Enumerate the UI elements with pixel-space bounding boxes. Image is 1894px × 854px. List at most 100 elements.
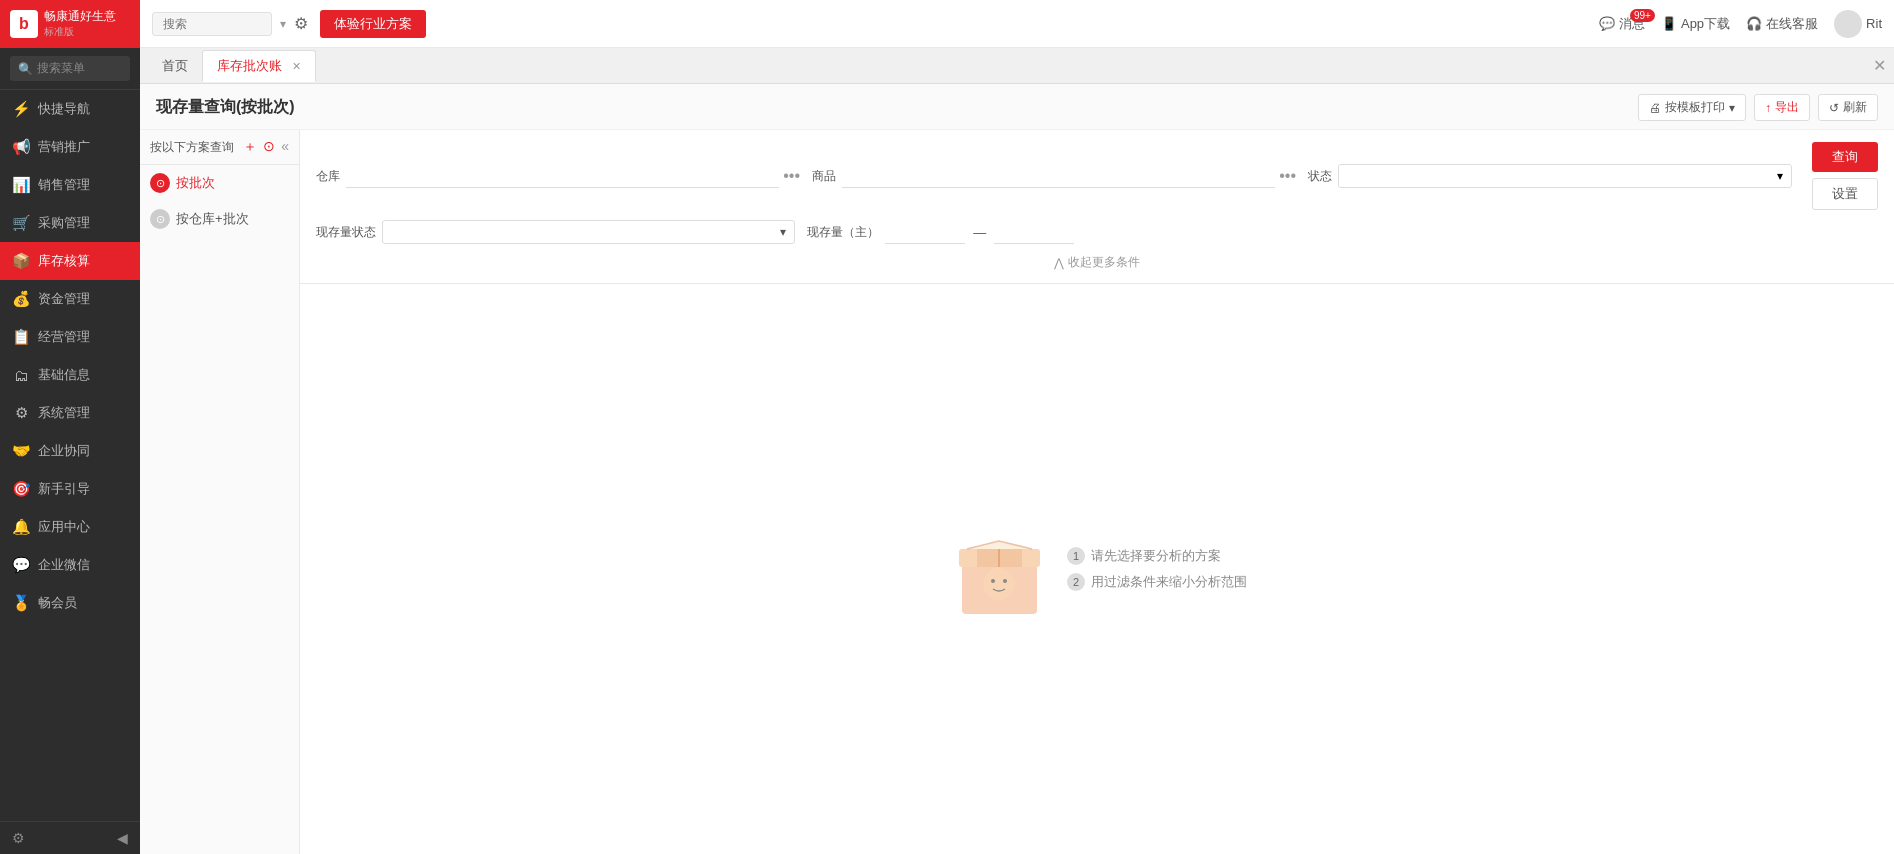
online-service-btn[interactable]: 🎧 在线客服: [1746, 15, 1818, 33]
wechat-icon: 💬: [12, 556, 30, 574]
refresh-btn[interactable]: ↺ 刷新: [1818, 94, 1878, 121]
warehouse-input[interactable]: [346, 165, 779, 188]
stock-qty-min-input[interactable]: [885, 221, 965, 244]
sidebar-header: b 畅康通好生意 标准版: [0, 0, 140, 48]
sidebar-settings-btn[interactable]: ⚙: [12, 830, 25, 846]
main-area: ▾ ⚙ 体验行业方案 💬 消息 99+ 📱 App下载 🎧 在线客服 Rit: [140, 0, 1894, 854]
sidebar-item-member[interactable]: 🏅 畅会员: [0, 584, 140, 622]
status-chevron-icon: ▾: [1777, 169, 1783, 183]
headset-icon: 🎧: [1746, 16, 1762, 31]
export-icon: ↑: [1765, 101, 1771, 115]
business-icon: 📋: [12, 328, 30, 346]
app-name: 畅康通好生意: [44, 9, 116, 25]
refresh-label: 刷新: [1843, 99, 1867, 116]
brand-info: 畅康通好生意 标准版: [44, 9, 116, 39]
sidebar-item-label: 系统管理: [38, 404, 90, 422]
plan-batch-label: 按批次: [176, 174, 215, 192]
add-plan-btn[interactable]: ＋: [243, 138, 257, 156]
topbar-search-box: [152, 12, 272, 36]
sidebar-item-label: 快捷导航: [38, 100, 90, 118]
sidebar-item-purchase[interactable]: 🛒 采购管理: [0, 204, 140, 242]
empty-hints: 1 请先选择要分析的方案 2 用过滤条件来缩小分析范围: [1067, 547, 1247, 591]
tab-home[interactable]: 首页: [148, 51, 202, 81]
tab-batch[interactable]: 库存批次账 ✕: [202, 50, 316, 82]
sidebar-item-marketing[interactable]: 📢 营销推广: [0, 128, 140, 166]
filter-row-1: 仓库 ••• 商品 ••• 状态: [316, 142, 1878, 210]
query-btn[interactable]: 查询: [1812, 142, 1878, 172]
stock-status-select[interactable]: ▾: [382, 220, 795, 244]
sidebar: b 畅康通好生意 标准版 🔍 搜索菜单 ⚡ 快捷导航 📢 营销推广 📊 销售管理…: [0, 0, 140, 854]
product-label: 商品: [812, 168, 836, 185]
sidebar-item-system[interactable]: ⚙ 系统管理: [0, 394, 140, 432]
sidebar-item-label: 企业协同: [38, 442, 90, 460]
enterprise-icon: 🤝: [12, 442, 30, 460]
member-icon: 🏅: [12, 594, 30, 612]
sidebar-item-sales[interactable]: 📊 销售管理: [0, 166, 140, 204]
plan-item-warehouse-batch[interactable]: ⊙ 按仓库+批次: [140, 201, 299, 237]
system-icon: ⚙: [12, 404, 30, 422]
settings-btn[interactable]: 设置: [1812, 178, 1878, 210]
plan-item-batch[interactable]: ⊙ 按批次: [140, 165, 299, 201]
user-avatar-btn[interactable]: Rit: [1834, 10, 1882, 38]
app-download-label: App下载: [1681, 15, 1730, 33]
plan-settings-btn[interactable]: ⊙: [263, 138, 275, 156]
search-menu-input[interactable]: 🔍 搜索菜单: [10, 56, 130, 81]
message-icon: 💬: [1599, 16, 1615, 31]
tabs-bar: 首页 库存批次账 ✕ ✕: [140, 48, 1894, 84]
plan-warehouse-icon: ⊙: [150, 209, 170, 229]
stock-qty-label: 现存量（主）: [807, 224, 879, 241]
status-label: 状态: [1308, 168, 1332, 185]
sidebar-item-inventory[interactable]: 📦 库存核算: [0, 242, 140, 280]
newcomer-icon: 🎯: [12, 480, 30, 498]
collapse-label: 收起更多条件: [1068, 254, 1140, 271]
tab-close-all-btn[interactable]: ✕: [1873, 56, 1886, 75]
empty-svg: [947, 519, 1057, 629]
collapse-filters-btn[interactable]: ⋀ 收起更多条件: [316, 254, 1878, 271]
search-icon: 🔍: [18, 62, 33, 76]
status-select[interactable]: ▾: [1338, 164, 1792, 188]
sidebar-item-wechat[interactable]: 💬 企业微信: [0, 546, 140, 584]
empty-hint-1: 1 请先选择要分析的方案: [1067, 547, 1247, 565]
plan-list: ⊙ 按批次 ⊙ 按仓库+批次: [140, 165, 299, 854]
sidebar-item-newcomer[interactable]: 🎯 新手引导: [0, 470, 140, 508]
filter-stock-qty-group: 现存量（主） —: [807, 221, 1286, 244]
topbar-settings-icon[interactable]: ⚙: [294, 14, 308, 33]
sidebar-item-label: 采购管理: [38, 214, 90, 232]
plan-collapse-btn[interactable]: «: [281, 138, 289, 156]
app-version: 标准版: [44, 25, 116, 39]
sidebar-item-quick[interactable]: ⚡ 快捷导航: [0, 90, 140, 128]
sidebar-item-label: 经营管理: [38, 328, 90, 346]
filter-action-buttons: 查询 设置: [1812, 142, 1878, 210]
topbar-dropdown-icon[interactable]: ▾: [280, 17, 286, 31]
avatar: [1834, 10, 1862, 38]
left-panel: 按以下方案查询 ＋ ⊙ « ⊙ 按批次 ⊙ 按仓库+批次: [140, 130, 300, 854]
sidebar-item-label: 基础信息: [38, 366, 90, 384]
experience-btn[interactable]: 体验行业方案: [320, 10, 426, 38]
sidebar-item-business[interactable]: 📋 经营管理: [0, 318, 140, 356]
right-panel: 仓库 ••• 商品 ••• 状态: [300, 130, 1894, 854]
warehouse-dots-btn[interactable]: •••: [783, 167, 800, 185]
sidebar-item-enterprise[interactable]: 🤝 企业协同: [0, 432, 140, 470]
product-dots-btn[interactable]: •••: [1279, 167, 1296, 185]
sidebar-item-finance[interactable]: 💰 资金管理: [0, 280, 140, 318]
stock-status-label: 现存量状态: [316, 224, 376, 241]
print-btn[interactable]: 🖨 按模板打印 ▾: [1638, 94, 1746, 121]
sidebar-search-area[interactable]: 🔍 搜索菜单: [0, 48, 140, 90]
sidebar-item-label: 企业微信: [38, 556, 90, 574]
topbar-search-input[interactable]: [163, 17, 263, 31]
collapse-chevron-icon: ⋀: [1054, 256, 1064, 270]
stock-qty-dash: —: [973, 225, 986, 240]
sidebar-collapse-btn[interactable]: ◀: [117, 830, 128, 846]
tab-batch-label: 库存批次账: [217, 58, 282, 73]
sidebar-item-app-center[interactable]: 🔔 应用中心: [0, 508, 140, 546]
sidebar-item-basic[interactable]: 🗂 基础信息: [0, 356, 140, 394]
topbar: ▾ ⚙ 体验行业方案 💬 消息 99+ 📱 App下载 🎧 在线客服 Rit: [140, 0, 1894, 48]
sidebar-item-label: 新手引导: [38, 480, 90, 498]
messages-btn[interactable]: 💬 消息 99+: [1599, 15, 1645, 33]
export-btn[interactable]: ↑ 导出: [1754, 94, 1810, 121]
product-input[interactable]: [842, 165, 1275, 188]
app-download-btn[interactable]: 📱 App下载: [1661, 15, 1730, 33]
quick-icon: ⚡: [12, 100, 30, 118]
tab-batch-close[interactable]: ✕: [292, 60, 301, 72]
stock-qty-max-input[interactable]: [994, 221, 1074, 244]
